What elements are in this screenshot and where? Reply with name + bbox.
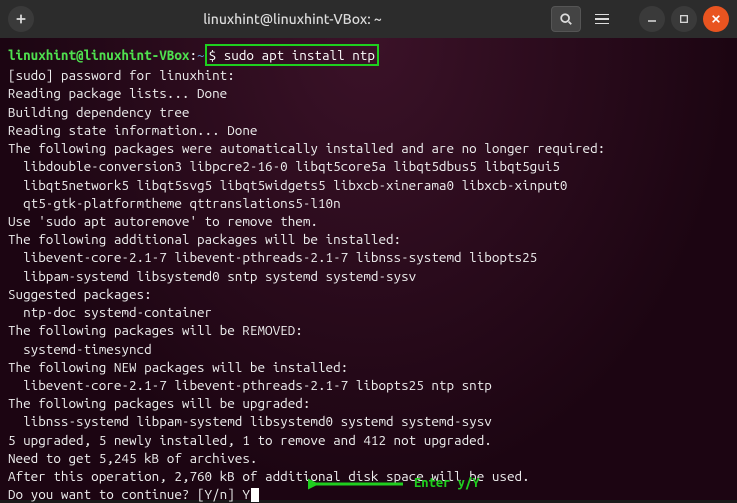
window-title: linuxhint@linuxhint-VBox: ~	[40, 11, 545, 27]
output-line: 5 upgraded, 5 newly installed, 1 to remo…	[8, 431, 729, 449]
output-line: libnss-systemd libpam-systemd libsystemd…	[8, 412, 729, 430]
output-line: libdouble-conversion3 libpcre2-16-0 libq…	[8, 157, 729, 175]
close-button[interactable]	[703, 6, 729, 32]
output-line: systemd-timesyncd	[8, 340, 729, 358]
output-line: The following packages were automaticall…	[8, 139, 729, 157]
output-line: Use 'sudo apt autoremove' to remove them…	[8, 212, 729, 230]
output-line: Building dependency tree	[8, 103, 729, 121]
menu-button[interactable]	[587, 6, 617, 32]
output-line: libevent-core-2.1-7 libevent-pthreads-2.…	[8, 376, 729, 394]
prompt-user: linuxhint@linuxhint-VBox	[8, 47, 189, 63]
output-line: Reading package lists... Done	[8, 84, 729, 102]
titlebar: linuxhint@linuxhint-VBox: ~	[0, 0, 737, 38]
output-line: ntp-doc systemd-container	[8, 303, 729, 321]
annotation: Enter y/Y	[308, 474, 480, 494]
output-line: Suggested packages:	[8, 285, 729, 303]
maximize-button[interactable]	[671, 6, 697, 32]
output-line: libevent-core-2.1-7 libevent-pthreads-2.…	[8, 248, 729, 266]
command-text: sudo apt install ntp	[224, 47, 375, 63]
output-line: Reading state information... Done	[8, 121, 729, 139]
minimize-button[interactable]	[639, 6, 665, 32]
output-line: [sudo] password for linuxhint:	[8, 66, 729, 84]
command-highlight: $ sudo apt install ntp	[205, 44, 379, 66]
output-line: qt5-gtk-platformtheme qttranslations5-l1…	[8, 194, 729, 212]
output-line: Need to get 5,245 kB of archives.	[8, 449, 729, 467]
annotation-label: Enter y/Y	[414, 475, 480, 493]
prompt-line: linuxhint@linuxhint-VBox:~$ sudo apt ins…	[8, 44, 729, 66]
arrow-icon	[308, 474, 408, 494]
search-button[interactable]	[551, 6, 581, 32]
output-line: libqt5network5 libqt5svg5 libqt5widgets5…	[8, 176, 729, 194]
output-line: The following NEW packages will be insta…	[8, 358, 729, 376]
output-line: The following packages will be REMOVED:	[8, 321, 729, 339]
output-line: The following additional packages will b…	[8, 230, 729, 248]
terminal-body[interactable]: linuxhint@linuxhint-VBox:~$ sudo apt ins…	[0, 38, 737, 500]
new-tab-button[interactable]	[8, 6, 34, 32]
prompt-path: ~	[197, 47, 205, 63]
output-line: libpam-systemd libsystemd0 sntp systemd …	[8, 267, 729, 285]
cursor	[251, 488, 259, 502]
output-line: The following packages will be upgraded:	[8, 394, 729, 412]
